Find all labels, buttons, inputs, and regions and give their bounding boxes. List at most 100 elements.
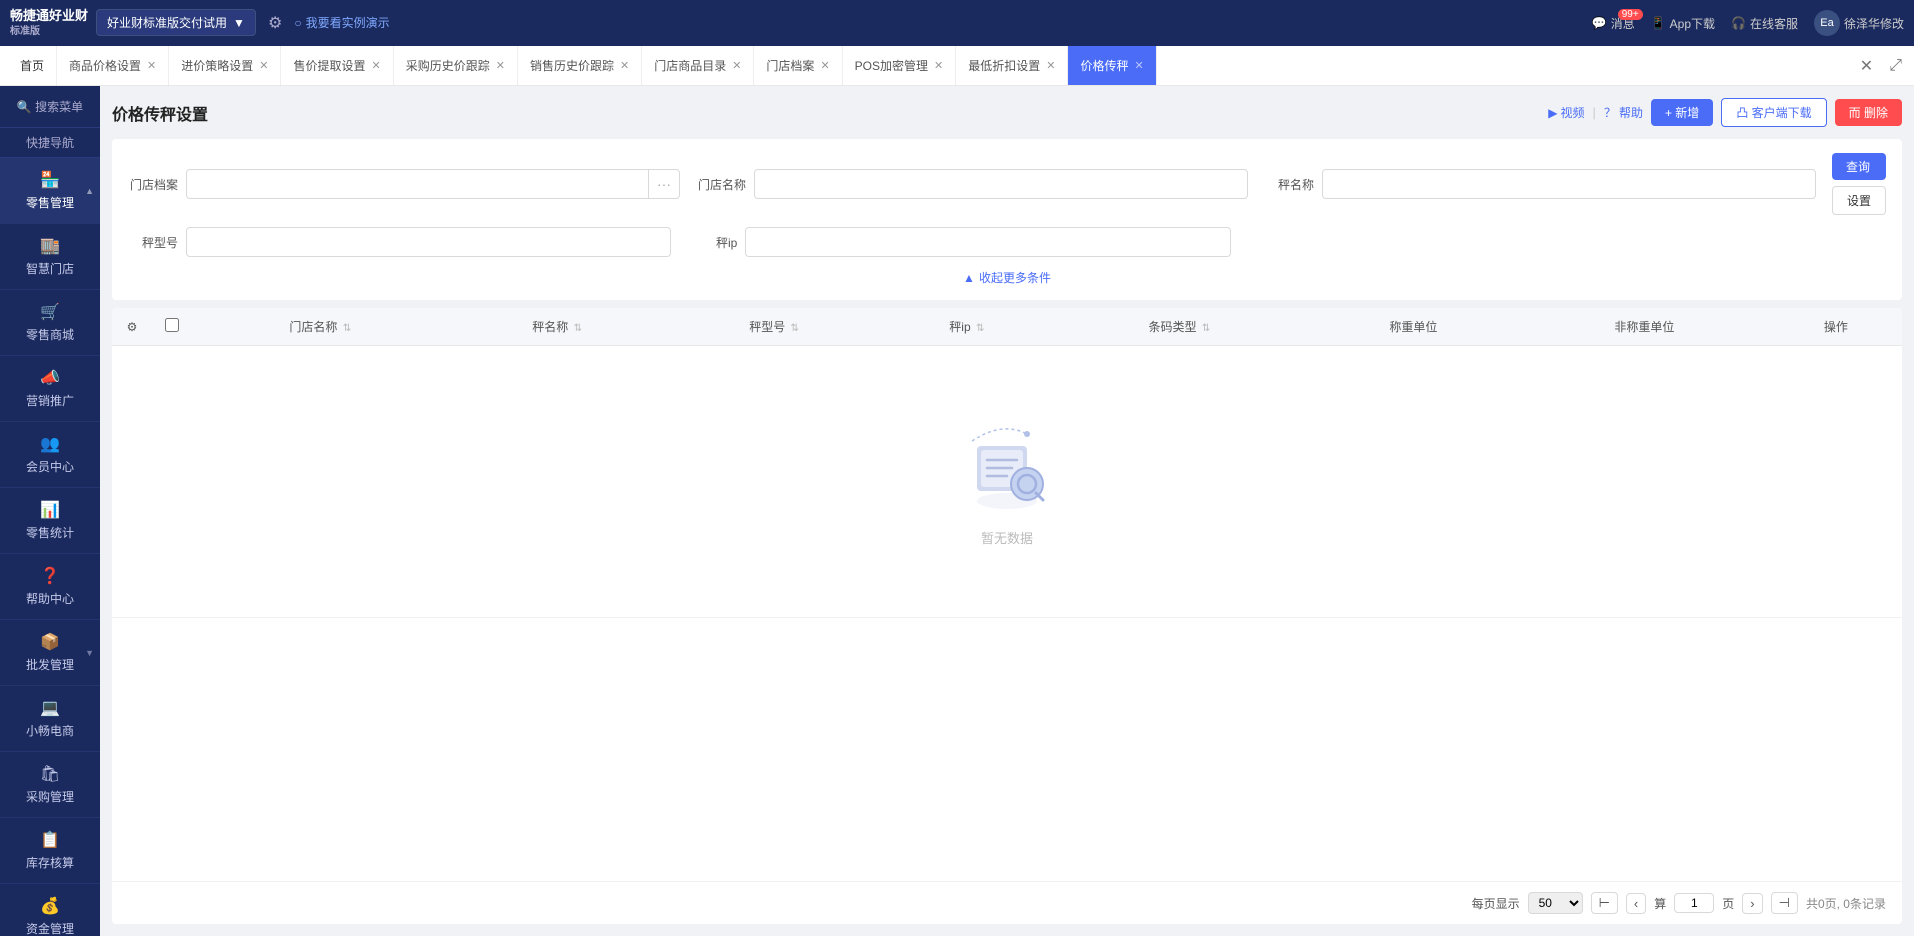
- video-link[interactable]: ▶ 视频: [1548, 104, 1584, 121]
- sidebar-item-help[interactable]: ❓ 帮助中心: [0, 554, 100, 620]
- purchase-icon: 🛍: [40, 764, 60, 784]
- tab-restore-btn[interactable]: ⤢: [1885, 53, 1906, 79]
- settings-form-button[interactable]: 设置: [1832, 186, 1886, 215]
- layout: 🔍 搜索菜单 快捷导航 🏪 零售管理 🏬 智慧门店 🛒 零售商城 📣 营销推广 …: [0, 86, 1914, 936]
- add-button[interactable]: + 新增: [1651, 99, 1713, 126]
- finance-icon: 💰: [40, 896, 60, 916]
- tab-pos-security[interactable]: POS加密管理 ✕: [843, 46, 957, 86]
- prev-page-btn[interactable]: ‹: [1626, 893, 1646, 914]
- message-action[interactable]: 💬 消息 99+: [1592, 15, 1635, 32]
- tab-close-min-discount[interactable]: ✕: [1046, 59, 1055, 72]
- data-table: ⚙ 门店名称 ⇅ 秤名称: [112, 308, 1902, 618]
- tab-close-purchase-history[interactable]: ✕: [496, 59, 505, 72]
- tab-purchase-history[interactable]: 采购历史价跟踪 ✕: [394, 46, 518, 86]
- tab-close-all-btn[interactable]: ✕: [1856, 52, 1877, 80]
- demo-link[interactable]: ○ 我要看实例演示: [294, 14, 389, 31]
- sidebar-item-retail-mgmt[interactable]: 🏪 零售管理: [0, 158, 100, 224]
- empty-state: 暂无数据: [120, 356, 1894, 607]
- column-settings-icon[interactable]: ⚙: [127, 320, 138, 334]
- sidebar-item-purchase[interactable]: 🛍 采购管理: [0, 752, 100, 818]
- sidebar-item-member[interactable]: 👥 会员中心: [0, 422, 100, 488]
- version-selector[interactable]: 好业财标准版交付试用 ▼: [96, 9, 256, 36]
- th-store-name: 门店名称 ⇅: [192, 308, 449, 346]
- tab-sale-history[interactable]: 销售历史价跟踪 ✕: [518, 46, 642, 86]
- first-page-btn[interactable]: ⊢: [1591, 892, 1618, 914]
- member-icon: 👥: [40, 434, 60, 454]
- sidebar-item-marketing[interactable]: 📣 营销推广: [0, 356, 100, 422]
- page-size-select[interactable]: 10 20 50 100: [1528, 892, 1583, 914]
- tab-close-price-settings[interactable]: ✕: [147, 59, 156, 72]
- store-archive-label: 门店档案: [128, 176, 178, 193]
- help-question-icon: ？: [1604, 104, 1616, 121]
- tab-min-discount[interactable]: 最低折扣设置 ✕: [956, 46, 1068, 86]
- tab-close-purchase-strategy[interactable]: ✕: [259, 59, 268, 72]
- collapse-button[interactable]: ▲ 收起更多条件: [963, 269, 1051, 286]
- page-label: 页: [1722, 895, 1734, 912]
- scale-name-input[interactable]: [1322, 169, 1816, 199]
- tab-close-store-catalog[interactable]: ✕: [732, 59, 741, 72]
- tab-home[interactable]: 首页: [8, 46, 57, 86]
- page-number-input[interactable]: [1674, 893, 1714, 913]
- tab-close-pos-security[interactable]: ✕: [934, 59, 943, 72]
- sidebar-quick-nav[interactable]: 快捷导航: [0, 128, 100, 158]
- table-head: ⚙ 门店名称 ⇅ 秤名称: [112, 308, 1902, 346]
- sidebar-item-smart-store[interactable]: 🏬 智慧门店: [0, 224, 100, 290]
- sidebar-search-area: 🔍 搜索菜单: [0, 86, 100, 128]
- page-title: 价格传秤设置: [112, 101, 208, 125]
- sort-scale-name-icon[interactable]: ⇅: [574, 323, 582, 334]
- sidebar-item-retail-stats[interactable]: 📊 零售统计: [0, 488, 100, 554]
- collapse-row: ▲ 收起更多条件: [128, 269, 1886, 286]
- user-info[interactable]: Ea 徐泽华修改: [1814, 10, 1904, 36]
- empty-icon: [957, 416, 1057, 516]
- help-link[interactable]: ？ 帮助: [1604, 104, 1643, 121]
- query-button[interactable]: 查询: [1832, 153, 1886, 180]
- brand-logo: 畅捷通好业财 标准版: [10, 8, 88, 38]
- scale-model-field: 秤型号: [128, 227, 671, 257]
- tab-price-settings[interactable]: 商品价格设置 ✕: [57, 46, 169, 86]
- sort-barcode-type-icon[interactable]: ⇅: [1202, 323, 1210, 334]
- tab-bar-actions: ✕ ⤢: [1856, 52, 1914, 80]
- tab-purchase-strategy[interactable]: 进价策略设置 ✕: [169, 46, 281, 86]
- retail-mgmt-icon: 🏪: [40, 170, 60, 190]
- delete-button[interactable]: 而 删除: [1835, 99, 1902, 126]
- empty-state-cell: 暂无数据: [112, 346, 1902, 618]
- sort-scale-model-icon[interactable]: ⇅: [791, 323, 799, 334]
- store-archive-dots-icon[interactable]: ···: [648, 170, 679, 198]
- store-name-input[interactable]: [754, 169, 1248, 199]
- store-name-field: 门店名称: [696, 169, 1248, 199]
- collapse-up-icon: ▲: [963, 271, 975, 285]
- tab-store-archive[interactable]: 门店档案 ✕: [754, 46, 842, 86]
- scale-ip-input[interactable]: [745, 227, 1230, 257]
- tab-price-transfer[interactable]: 价格传秤 ✕: [1068, 46, 1156, 86]
- last-page-btn[interactable]: ⊣: [1771, 892, 1798, 914]
- tab-close-price-transfer[interactable]: ✕: [1134, 59, 1143, 72]
- sort-scale-ip-icon[interactable]: ⇅: [976, 323, 984, 334]
- scale-ip-label: 秤ip: [687, 234, 737, 251]
- tab-close-sale-price[interactable]: ✕: [372, 59, 381, 72]
- tab-store-catalog[interactable]: 门店商品目录 ✕: [642, 46, 754, 86]
- next-page-btn[interactable]: ›: [1742, 893, 1762, 914]
- th-non-weight-unit: 非称重单位: [1519, 308, 1770, 346]
- version-settings-icon[interactable]: ⚙: [264, 9, 286, 37]
- tab-sale-price[interactable]: 售价提取设置 ✕: [281, 46, 393, 86]
- sidebar-item-finance[interactable]: 💰 资金管理: [0, 884, 100, 936]
- scale-name-label: 秤名称: [1264, 176, 1314, 193]
- store-archive-field: 门店档案 ···: [128, 169, 680, 199]
- scale-model-input[interactable]: [186, 227, 671, 257]
- store-archive-input[interactable]: [187, 177, 648, 191]
- sidebar-item-retail-shop[interactable]: 🛒 零售商城: [0, 290, 100, 356]
- download-button[interactable]: 凸 客户端下载: [1721, 98, 1826, 127]
- tab-close-store-archive[interactable]: ✕: [820, 59, 829, 72]
- sidebar-item-wholesale[interactable]: 📦 批发管理: [0, 620, 100, 686]
- online-service-action[interactable]: 🎧 在线客服: [1731, 15, 1798, 32]
- table-wrapper: ⚙ 门店名称 ⇅ 秤名称: [112, 308, 1902, 881]
- tab-close-sale-history[interactable]: ✕: [620, 59, 629, 72]
- sort-store-name-icon[interactable]: ⇅: [343, 323, 351, 334]
- sidebar-item-inventory[interactable]: 📋 库存核算: [0, 818, 100, 884]
- app-download-action[interactable]: 📱 App下载: [1651, 15, 1715, 32]
- select-all-checkbox[interactable]: [165, 318, 179, 332]
- th-scale-ip: 秤ip ⇅: [883, 308, 1052, 346]
- search-menu-button[interactable]: 🔍 搜索菜单: [8, 94, 92, 119]
- form-row-2: 秤型号 秤ip: [128, 227, 1886, 257]
- sidebar-item-xiao-chang[interactable]: 💻 小畅电商: [0, 686, 100, 752]
